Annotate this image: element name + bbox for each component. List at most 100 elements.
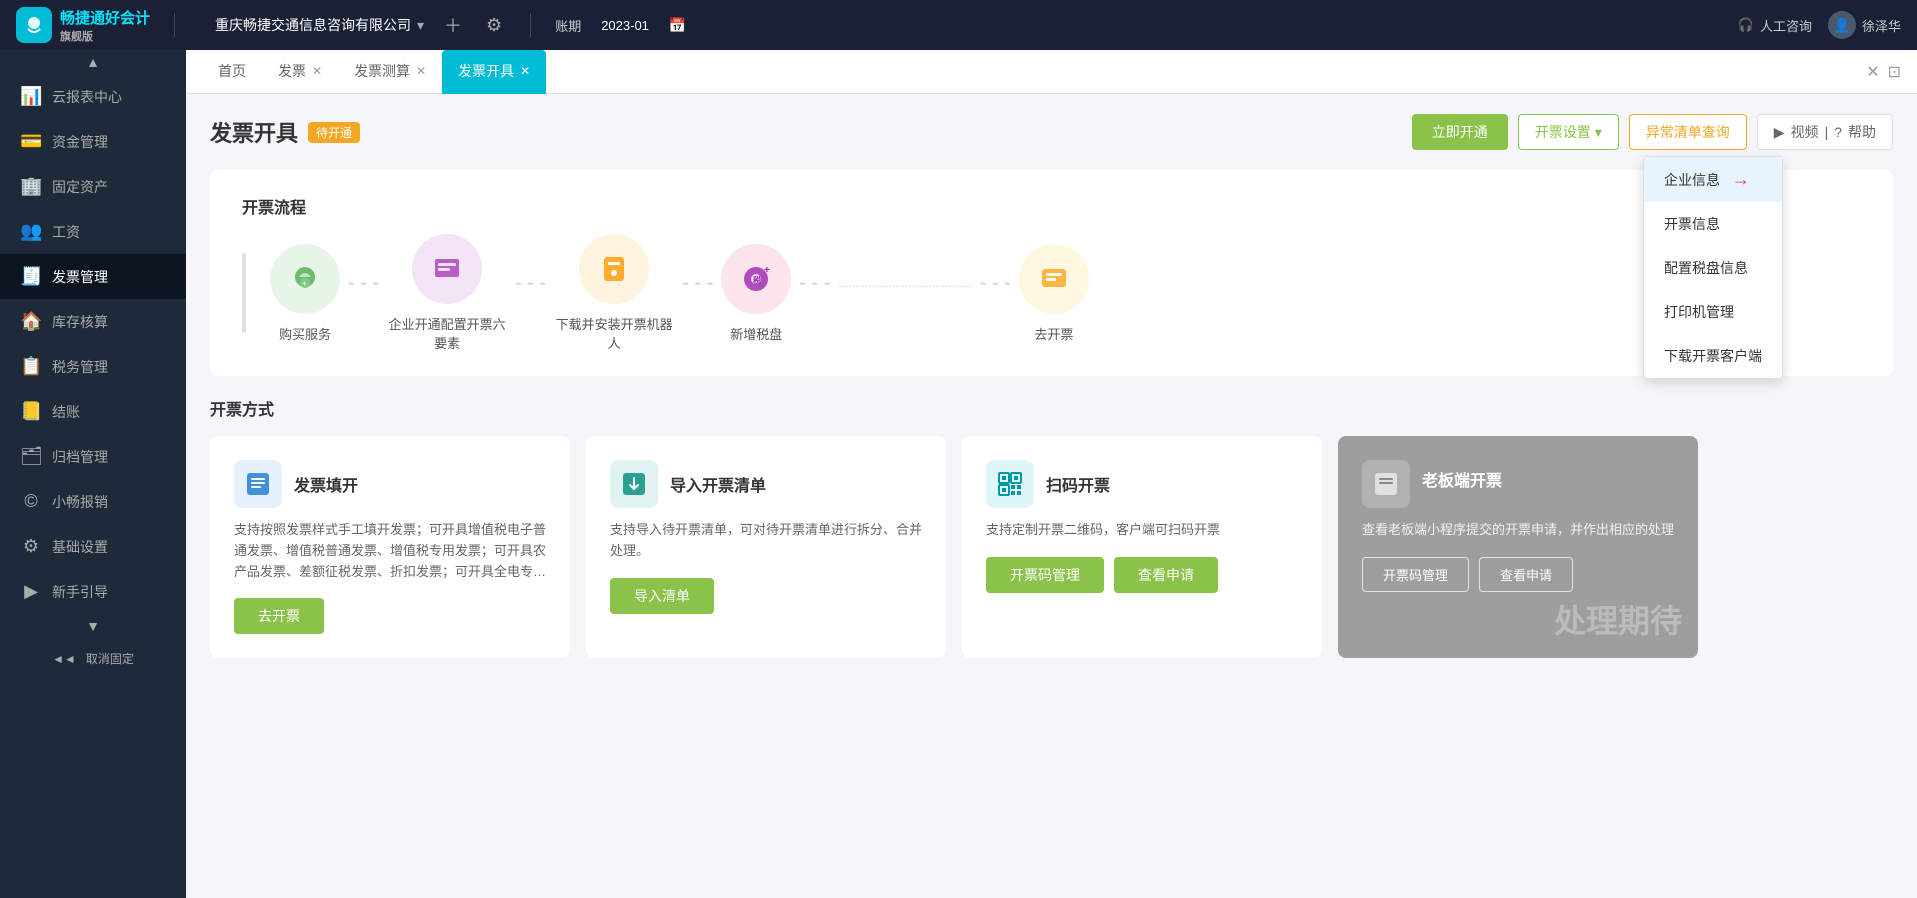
sidebar-item-inventory[interactable]: 🏠 库存核算 [0, 299, 186, 344]
settings-icon: ⚙ [20, 536, 42, 557]
boss-invoice-card: 老板端开票 查看老板端小程序提交的开票申请，并作出相应的处理 开票码管理 查看申… [1338, 436, 1698, 658]
flow-step-config-label: 企业开通配置开票六要素 [387, 314, 507, 352]
settings-btn-label: 开票设置 [1535, 122, 1591, 142]
sidebar-label-fund: 资金管理 [52, 132, 108, 152]
sidebar-item-invoice[interactable]: 🧾 发票管理 [0, 254, 186, 299]
help-q-icon: ? [1834, 124, 1842, 140]
fill-invoice-btn[interactable]: 去开票 [234, 598, 324, 634]
activate-btn[interactable]: 立即开通 [1412, 114, 1508, 150]
flow-arrow-1: - - - [348, 272, 379, 315]
settings-btn[interactable]: 开票设置 ▾ [1518, 114, 1619, 150]
sidebar-cancel-pin[interactable]: ◄◄ 取消固定 [0, 638, 186, 679]
sidebar-label-payroll: 工资 [52, 222, 80, 242]
cloud-report-icon: 📊 [20, 86, 42, 107]
sidebar-scroll-down[interactable]: ▼ [0, 614, 186, 638]
dropdown-company-info[interactable]: 企业信息 → [1644, 157, 1782, 202]
sidebar-label-fixed-assets: 固定资产 [52, 177, 108, 197]
tab-home-label: 首页 [218, 61, 246, 81]
dropdown-printer[interactable]: 打印机管理 [1644, 290, 1782, 334]
tab-home[interactable]: 首页 [202, 50, 262, 94]
tab-invoice-label: 发票 [278, 61, 306, 81]
logo-icon [16, 7, 52, 43]
maximize-window-btn[interactable]: ⊡ [1888, 62, 1901, 82]
import-invoice-card: 导入开票清单 支持导入待开票清单，可对待开票清单进行拆分、合并处理。 导入清单 [586, 436, 946, 658]
tab-invoice-calc-close[interactable]: ✕ [416, 64, 426, 78]
avatar-icon: 👤 [1833, 17, 1850, 34]
flow-step-config: 企业开通配置开票六要素 [387, 234, 507, 352]
red-arrow-icon: → [1732, 169, 1750, 190]
sidebar-item-settings[interactable]: ⚙ 基础设置 [0, 524, 186, 569]
flow-section: 开票流程 + [210, 170, 1893, 376]
flow-step-buy: + 购买服务 [270, 244, 340, 343]
sidebar-item-payroll[interactable]: 👥 工资 [0, 209, 186, 254]
boss-view-apply-btn[interactable]: 查看申请 [1479, 557, 1573, 592]
settings-dropdown-menu: 企业信息 → 开票信息 配置税盘信息 打印机管理 [1643, 156, 1783, 379]
settings-dropdown-icon: ▾ [1595, 124, 1602, 141]
sidebar-item-archive[interactable]: 🗂 归档管理 [0, 434, 186, 479]
sidebar-item-fixed-assets[interactable]: 🏢 固定资产 [0, 164, 186, 209]
flow-step-go-issue-label: 去开票 [1034, 324, 1073, 343]
flow-step-tax-label: 新增税盘 [730, 324, 782, 343]
import-invoice-btn[interactable]: 导入清单 [610, 578, 714, 614]
consult-button[interactable]: 🎧 人工咨询 [1738, 16, 1812, 35]
overlay-watermark: 处理期待 [1554, 596, 1682, 642]
settings-gear-icon[interactable]: ⚙ [482, 11, 506, 40]
calendar-icon[interactable]: 📅 [669, 17, 686, 34]
dropdown-tax-config[interactable]: 配置税盘信息 [1644, 246, 1782, 290]
tab-invoice-close[interactable]: ✕ [312, 64, 322, 78]
tab-invoice-calc[interactable]: 发票测算 ✕ [338, 50, 442, 94]
config-icon [412, 234, 482, 304]
flow-left-divider [242, 253, 246, 333]
sidebar-item-expense[interactable]: © 小畅报销 [0, 479, 186, 524]
accounting-icon: 📒 [20, 401, 42, 422]
company-selector[interactable]: 重庆畅捷交通信息咨询有限公司 ▾ [215, 15, 424, 35]
tab-invoice-issue-close[interactable]: ✕ [520, 64, 530, 78]
svg-text:税: 税 [753, 275, 761, 285]
expense-icon: © [20, 491, 42, 512]
svg-text:+: + [302, 279, 307, 288]
abnormal-btn[interactable]: 异常清单查询 [1629, 114, 1747, 150]
fixed-assets-icon: 🏢 [20, 176, 42, 197]
sidebar-item-accounting[interactable]: 📒 结账 [0, 389, 186, 434]
sidebar-label-tax: 税务管理 [52, 357, 108, 377]
dropdown-invoice-info[interactable]: 开票信息 [1644, 202, 1782, 246]
close-window-btn[interactable]: ✕ [1866, 62, 1879, 82]
cancel-pin-label: 取消固定 [86, 650, 134, 667]
flow-arrow-3: - - - [682, 272, 713, 315]
sidebar-item-guide[interactable]: ▶ 新手引导 [0, 569, 186, 614]
period-label: 账期 [555, 16, 581, 35]
scan-invoice-buttons: 开票码管理 查看申请 [986, 557, 1298, 593]
view-apply-btn[interactable]: 查看申请 [1114, 557, 1218, 593]
video-help-btn[interactable]: ▶ 视频 | ? 帮助 [1757, 114, 1893, 150]
archive-icon: 🗂 [20, 446, 42, 467]
flow-arrow-5: - - - [980, 272, 1011, 315]
fill-invoice-header: 发票填开 [234, 460, 546, 508]
fund-icon: 💳 [20, 131, 42, 152]
add-company-btn[interactable]: ＋ [440, 8, 466, 42]
boss-qr-manage-btn[interactable]: 开票码管理 [1362, 557, 1469, 592]
tab-invoice-issue[interactable]: 发票开具 ✕ [442, 50, 546, 94]
tax-icon: 📋 [20, 356, 42, 377]
boss-invoice-icon [1362, 460, 1410, 508]
dropdown-company-info-label: 企业信息 [1664, 172, 1720, 188]
boss-invoice-desc: 查看老板端小程序提交的开票申请，并作出相应的处理 [1362, 520, 1674, 541]
invoice-icon: 🧾 [20, 266, 42, 287]
scan-invoice-card: 扫码开票 支持定制开票二维码，客户端可扫码开票 开票码管理 查看申请 [962, 436, 1322, 658]
user-area[interactable]: 👤 徐泽华 [1828, 11, 1901, 39]
sidebar-item-cloud-report[interactable]: 📊 云报表中心 [0, 74, 186, 119]
methods-section: 开票方式 [210, 396, 1893, 658]
sidebar-item-fund[interactable]: 💳 资金管理 [0, 119, 186, 164]
scan-invoice-header: 扫码开票 [986, 460, 1298, 508]
dropdown-invoice-info-label: 开票信息 [1664, 216, 1720, 232]
flow-section-title: 开票流程 [242, 194, 1861, 218]
flow-steps: + 购买服务 - - - [242, 234, 1861, 352]
sidebar-item-tax[interactable]: 📋 税务管理 [0, 344, 186, 389]
company-name: 重庆畅捷交通信息咨询有限公司 [215, 15, 411, 35]
dropdown-download-client[interactable]: 下载开票客户端 [1644, 334, 1782, 378]
flow-arrow-4: - - - [799, 272, 830, 315]
qr-manage-btn[interactable]: 开票码管理 [986, 557, 1104, 593]
sidebar-scroll-up[interactable]: ▲ [0, 50, 186, 74]
tab-invoice[interactable]: 发票 ✕ [262, 50, 338, 94]
tab-invoice-calc-label: 发票测算 [354, 61, 410, 81]
divider-pipe: | [1825, 124, 1829, 140]
